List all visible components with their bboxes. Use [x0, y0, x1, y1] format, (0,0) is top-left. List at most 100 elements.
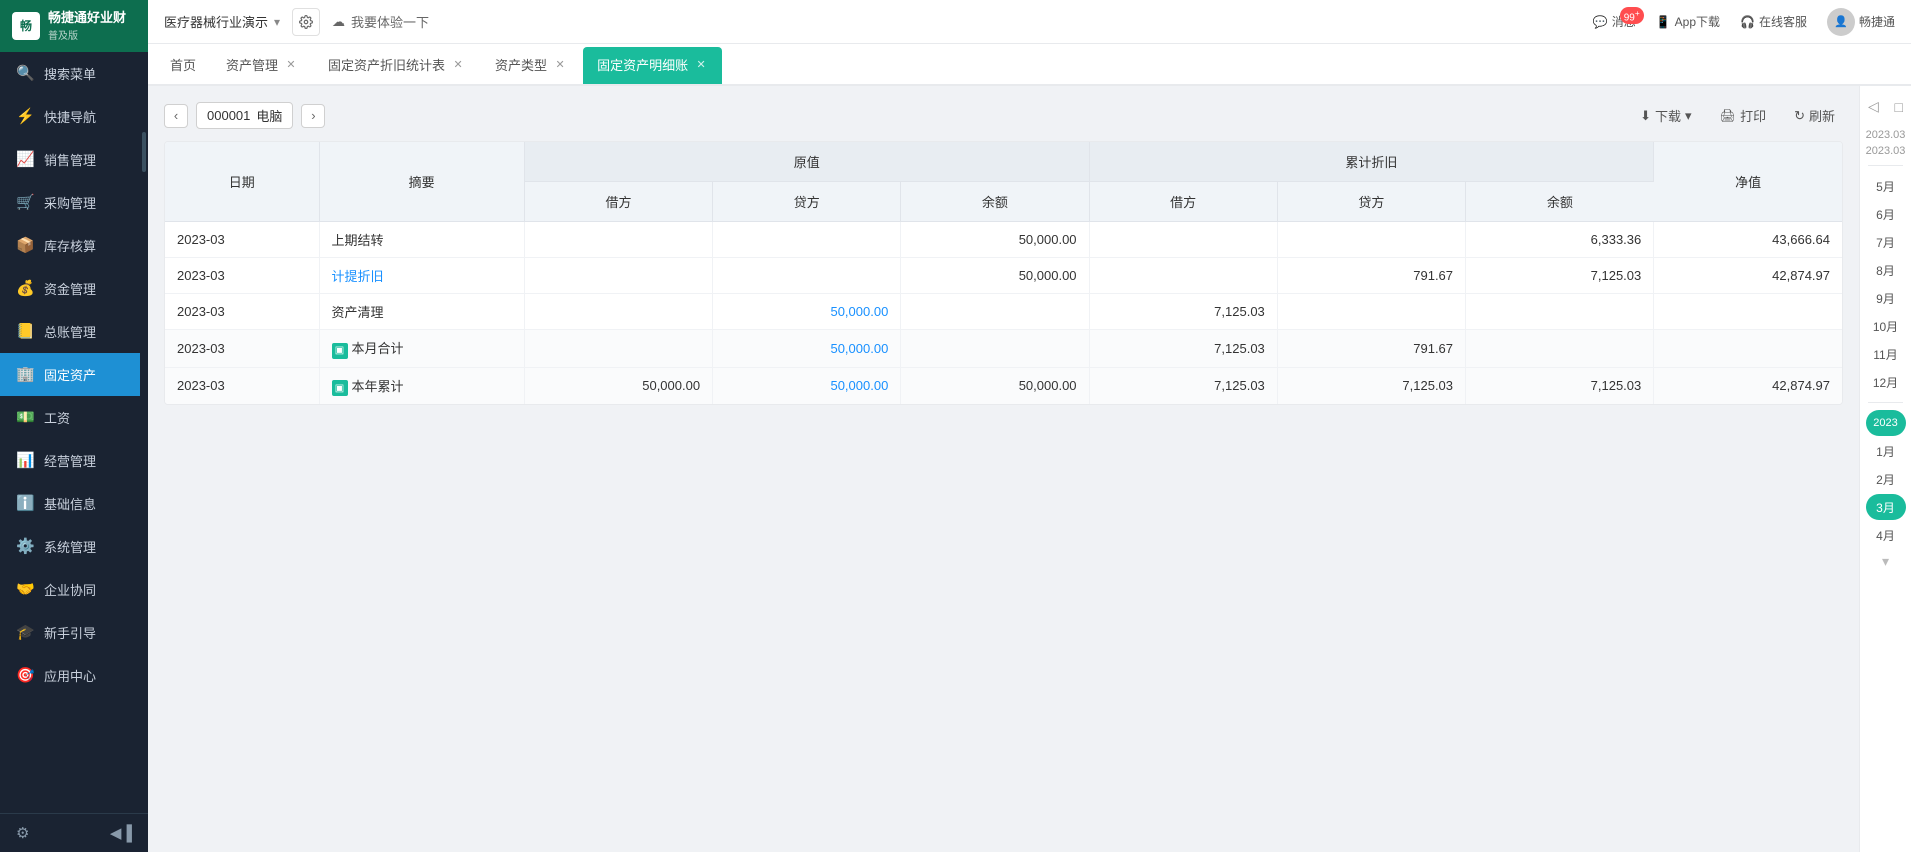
tab-close-depreciation-stats[interactable]: ✕ [451, 57, 465, 71]
col-group-original: 原值 [524, 142, 1089, 182]
col-orig-credit: 贷方 [713, 182, 901, 222]
month-11[interactable]: 11月 [1866, 341, 1906, 367]
tab-asset-detail[interactable]: 固定资产明细账 ✕ [583, 47, 722, 84]
panel-down-arrow[interactable]: ▾ [1882, 553, 1889, 570]
ledger-icon: 📒 [16, 322, 34, 340]
cell-summary: ▣本月合计 [319, 330, 524, 368]
app-download-button[interactable]: 📱 App下载 [1656, 13, 1720, 30]
tabs-bar: 首页 资产管理 ✕ 固定资产折旧统计表 ✕ 资产类型 ✕ 固定资产明细账 ✕ [148, 44, 1911, 86]
cell-dep-credit: 791.67 [1277, 330, 1465, 368]
panel-collapse-icon[interactable]: ◁ [1868, 98, 1879, 115]
month-4[interactable]: 4月 [1866, 522, 1906, 548]
company-settings-button[interactable] [292, 8, 320, 36]
col-summary: 摘要 [319, 142, 524, 222]
cell-orig-debit [524, 330, 712, 368]
sidebar-item-capital[interactable]: 💰 资金管理 [0, 267, 140, 310]
experience-button[interactable]: ☁ 我要体验一下 [332, 12, 429, 31]
sidebar-item-system[interactable]: ⚙️ 系统管理 [0, 525, 140, 568]
cell-orig-credit: 50,000.00 [713, 330, 901, 368]
sidebar-item-ledger[interactable]: 📒 总账管理 [0, 310, 140, 353]
tab-asset-mgmt[interactable]: 资产管理 ✕ [212, 47, 312, 84]
message-icon: 💬 [1593, 15, 1608, 29]
month-8[interactable]: 8月 [1866, 257, 1906, 283]
sidebar-item-payroll[interactable]: 💵 工资 [0, 396, 140, 439]
sidebar-item-quick-nav[interactable]: ⚡ 快捷导航 [0, 95, 140, 138]
sidebar-item-search[interactable]: 🔍 搜索菜单 [0, 52, 140, 95]
tab-home[interactable]: 首页 [156, 47, 210, 84]
app-name: 畅捷通好业财 [48, 10, 126, 27]
panel-divider-1 [1868, 165, 1902, 166]
dropdown-chevron-icon: ▾ [1685, 108, 1692, 124]
toolbar-actions: ⬇ 下载 ▾ 🖨 打印 ↻ 刷新 [1632, 102, 1843, 129]
cell-dep-balance [1466, 330, 1654, 368]
cell-date: 2023-03 [165, 330, 319, 368]
tab-asset-type[interactable]: 资产类型 ✕ [481, 47, 581, 84]
month-2[interactable]: 2月 [1866, 466, 1906, 492]
sidebar-item-collab[interactable]: 🤝 企业协同 [0, 568, 140, 611]
tab-close-asset-detail[interactable]: ✕ [694, 57, 708, 71]
toolbar-row: ‹ 000001 电脑 › ⬇ 下载 ▾ 🖨 打印 [164, 102, 1843, 129]
tab-close-asset-type[interactable]: ✕ [553, 57, 567, 71]
collapse-icon[interactable]: ◀▐ [110, 824, 132, 842]
basic-info-icon: ℹ️ [16, 494, 34, 512]
user-profile[interactable]: 👤 畅捷通 [1827, 8, 1895, 36]
online-service-button[interactable]: 🎧 在线客服 [1740, 13, 1807, 30]
cell-summary: 上期结转 [319, 222, 524, 258]
col-net-value: 净值 [1654, 142, 1842, 222]
capital-icon: 💰 [16, 279, 34, 297]
panel-header: ◁ □ [1864, 94, 1907, 119]
sidebar-item-app-center[interactable]: 🎯 应用中心 [0, 654, 140, 697]
company-selector[interactable]: 医疗器械行业演示 ▾ [164, 12, 280, 31]
download-button[interactable]: ⬇ 下载 ▾ [1632, 102, 1699, 129]
month-12[interactable]: 12月 [1866, 369, 1906, 395]
settings-gear-icon[interactable]: ⚙ [16, 824, 29, 842]
cell-summary: 资产清理 [319, 294, 524, 330]
cell-orig-credit: 50,000.00 [713, 294, 901, 330]
month-7[interactable]: 7月 [1866, 229, 1906, 255]
cell-net-value: 42,874.97 [1654, 367, 1842, 404]
system-icon: ⚙️ [16, 537, 34, 555]
cell-net-value: 43,666.64 [1654, 222, 1842, 258]
sidebar-item-basic-info[interactable]: ℹ️ 基础信息 [0, 482, 140, 525]
cell-dep-balance: 6,333.36 [1466, 222, 1654, 258]
asset-code: 000001 [207, 108, 250, 123]
refresh-button[interactable]: ↻ 刷新 [1786, 102, 1843, 129]
cell-dep-debit: 7,125.03 [1089, 294, 1277, 330]
month-6[interactable]: 6月 [1866, 201, 1906, 227]
cell-net-value: 42,874.97 [1654, 258, 1842, 294]
month-10[interactable]: 10月 [1866, 313, 1906, 339]
col-orig-debit: 借方 [524, 182, 712, 222]
next-asset-button[interactable]: › [301, 104, 325, 128]
sidebar-item-purchase[interactable]: 🛒 采购管理 [0, 181, 140, 224]
cell-dep-credit [1277, 294, 1465, 330]
panel-expand-icon[interactable]: □ [1895, 99, 1903, 115]
month-3-active[interactable]: 3月 [1866, 494, 1906, 520]
sidebar-item-operations[interactable]: 📊 经营管理 [0, 439, 140, 482]
download-icon: 📱 [1656, 15, 1671, 29]
month-9[interactable]: 9月 [1866, 285, 1906, 311]
table-row: 2023-03 资产清理 50,000.00 7,125.03 [165, 294, 1842, 330]
table-row: 2023-03 计提折旧 50,000.00 791.67 7,125.03 4… [165, 258, 1842, 294]
sidebar-item-guide[interactable]: 🎓 新手引导 [0, 611, 140, 654]
sidebar: 畅 畅捷通好业财 普及版 🔍 搜索菜单 ⚡ 快捷导航 📈 销售管理 🛒 采购 [0, 0, 148, 852]
tab-depreciation-stats[interactable]: 固定资产折旧统计表 ✕ [314, 47, 479, 84]
operations-icon: 📊 [16, 451, 34, 469]
cell-dep-debit [1089, 258, 1277, 294]
col-dep-balance: 余额 [1466, 182, 1654, 222]
sidebar-item-inventory[interactable]: 📦 库存核算 [0, 224, 140, 267]
month-1[interactable]: 1月 [1866, 438, 1906, 464]
panel-year-label-top: 2023.03 [1864, 129, 1907, 141]
month-5[interactable]: 5月 [1866, 173, 1906, 199]
sidebar-item-sales[interactable]: 📈 销售管理 [0, 138, 140, 181]
year-2023-badge[interactable]: 2023 [1866, 410, 1906, 436]
cell-orig-debit: 50,000.00 [524, 367, 712, 404]
tab-close-asset-mgmt[interactable]: ✕ [284, 57, 298, 71]
sidebar-item-fixed-assets[interactable]: 🏢 固定资产 [0, 353, 140, 396]
print-button[interactable]: 🖨 打印 [1712, 102, 1775, 129]
message-button[interactable]: 💬 消息 99+ [1593, 13, 1636, 30]
prev-asset-button[interactable]: ‹ [164, 104, 188, 128]
print-icon: 🖨 [1720, 108, 1737, 124]
cell-dep-credit: 7,125.03 [1277, 367, 1465, 404]
col-date: 日期 [165, 142, 319, 222]
cell-summary: ▣本年累计 [319, 367, 524, 404]
